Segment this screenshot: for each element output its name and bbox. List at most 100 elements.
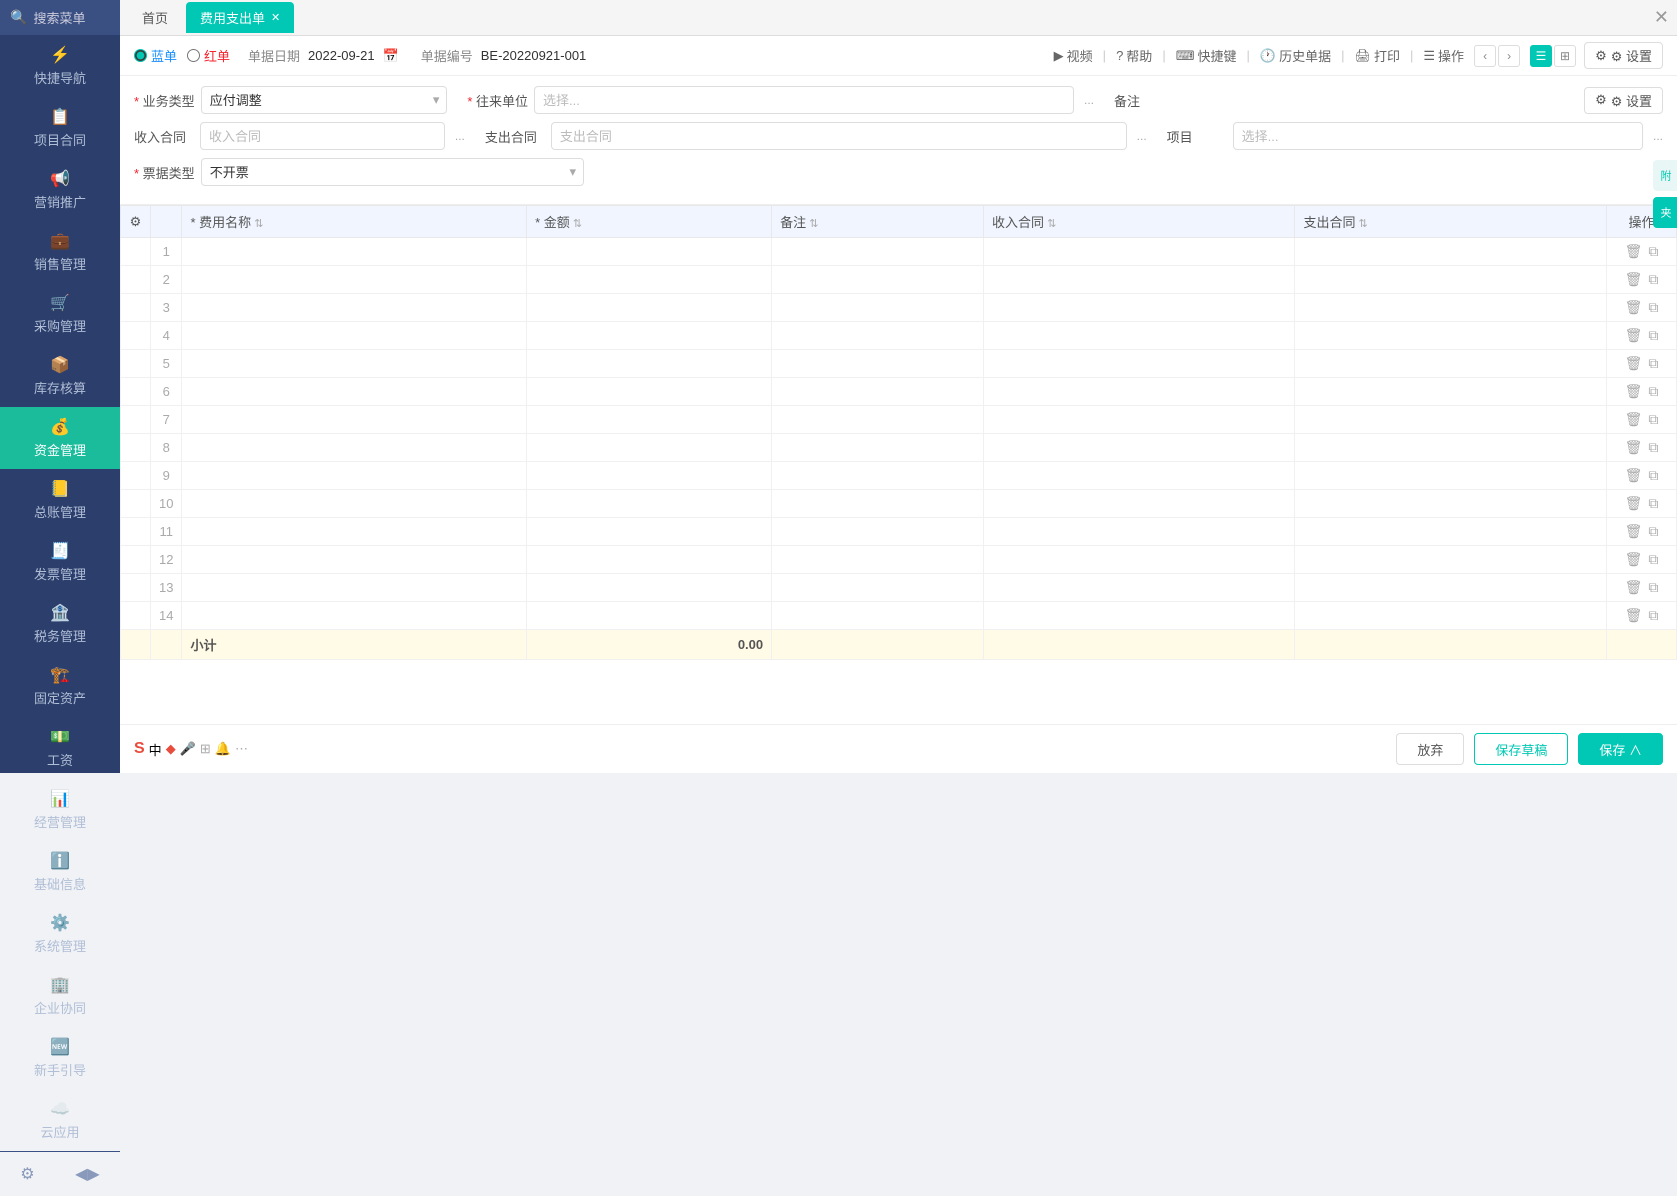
sidebar-item-new-guide[interactable]: 🆕新手引导 (0, 1027, 120, 1089)
sidebar-item-sales-mgmt[interactable]: 💼销售管理 (0, 221, 120, 283)
row-delete-icon[interactable]: 🗑 (1625, 523, 1643, 540)
view-list-button[interactable]: ☰ (1530, 45, 1552, 67)
row-income-contract-cell[interactable] (984, 602, 1295, 630)
row-amount-cell[interactable] (527, 518, 772, 546)
row-expense-contract-cell[interactable] (1295, 406, 1607, 434)
form-settings-button[interactable]: ⚙ ⚙ 设置 (1584, 87, 1663, 114)
row-remark-cell[interactable] (772, 322, 984, 350)
row-copy-icon[interactable]: ⧉ (1648, 607, 1658, 624)
radio-red[interactable]: 红单 (187, 46, 230, 65)
row-delete-icon[interactable]: 🗑 (1625, 271, 1643, 288)
row-expense-name-cell[interactable] (182, 322, 527, 350)
calendar-icon[interactable]: 📅 (383, 48, 399, 64)
radio-blue[interactable]: 蓝单 (134, 46, 177, 65)
sidebar-item-marketing[interactable]: 📢营销推广 (0, 159, 120, 221)
sidebar-item-invoice-mgmt[interactable]: 🧾发票管理 (0, 531, 120, 593)
row-income-contract-cell[interactable] (984, 462, 1295, 490)
save-draft-button[interactable]: 保存草稿 (1474, 733, 1568, 765)
sidebar-item-inventory[interactable]: 📦库存核算 (0, 345, 120, 407)
sidebar-item-base-info[interactable]: ℹ️基础信息 (0, 841, 120, 903)
sidebar-item-tax-mgmt[interactable]: 🏦税务管理 (0, 593, 120, 655)
row-expense-contract-cell[interactable] (1295, 322, 1607, 350)
sidebar-item-project-contract[interactable]: 📋项目合同 (0, 97, 120, 159)
project-input[interactable] (1233, 122, 1643, 150)
sidebar-item-ops-mgmt[interactable]: 📊经营管理 (0, 779, 120, 841)
row-amount-cell[interactable] (527, 546, 772, 574)
sidebar-item-quick-nav[interactable]: ⚡快捷导航 (0, 35, 120, 97)
discard-button[interactable]: 放弃 (1396, 733, 1464, 765)
row-amount-cell[interactable] (527, 602, 772, 630)
row-expense-name-cell[interactable] (182, 294, 527, 322)
action-operation[interactable]: ☰ 操作 (1423, 46, 1464, 65)
sidebar-item-purchase-mgmt[interactable]: 🛒采购管理 (0, 283, 120, 345)
row-expense-name-cell[interactable] (182, 602, 527, 630)
counterpart-ellipsis[interactable]: ... (1084, 93, 1094, 107)
action-help[interactable]: ? 帮助 (1116, 46, 1152, 65)
row-income-contract-cell[interactable] (984, 490, 1295, 518)
row-delete-icon[interactable]: 🗑 (1625, 383, 1643, 400)
row-income-contract-cell[interactable] (984, 406, 1295, 434)
row-expense-contract-cell[interactable] (1295, 546, 1607, 574)
row-income-contract-cell[interactable] (984, 518, 1295, 546)
income-contract-input[interactable] (200, 122, 445, 150)
tab-expense-close-icon[interactable]: ✕ (271, 11, 280, 24)
row-copy-icon[interactable]: ⧉ (1648, 383, 1658, 400)
row-remark-cell[interactable] (772, 546, 984, 574)
row-amount-cell[interactable] (527, 238, 772, 266)
row-expense-name-cell[interactable] (182, 462, 527, 490)
row-expense-name-cell[interactable] (182, 406, 527, 434)
row-amount-cell[interactable] (527, 378, 772, 406)
settings-bottom-icon[interactable]: ⚙ (16, 1160, 38, 1188)
row-delete-icon[interactable]: 🗑 (1625, 355, 1643, 372)
sidebar-search[interactable]: 🔍 搜索菜单 (0, 0, 120, 35)
row-expense-name-cell[interactable] (182, 378, 527, 406)
row-income-contract-cell[interactable] (984, 378, 1295, 406)
nav-next-button[interactable]: › (1498, 45, 1520, 67)
expense-contract-input[interactable] (551, 122, 1127, 150)
row-copy-icon[interactable]: ⧉ (1648, 299, 1658, 316)
row-income-contract-cell[interactable] (984, 546, 1295, 574)
edge-tab-attach[interactable]: 附 (1653, 160, 1677, 191)
sidebar-item-ledger-mgmt[interactable]: 📒总账管理 (0, 469, 120, 531)
row-amount-cell[interactable] (527, 490, 772, 518)
row-copy-icon[interactable]: ⧉ (1648, 523, 1658, 540)
row-amount-cell[interactable] (527, 574, 772, 602)
row-copy-icon[interactable]: ⧉ (1648, 327, 1658, 344)
sidebar-item-cloud-apps[interactable]: ☁️云应用 (0, 1089, 120, 1151)
row-income-contract-cell[interactable] (984, 350, 1295, 378)
row-remark-cell[interactable] (772, 238, 984, 266)
row-delete-icon[interactable]: 🗑 (1625, 439, 1643, 456)
row-copy-icon[interactable]: ⧉ (1648, 243, 1658, 260)
col-gear[interactable]: ⚙ (121, 206, 151, 238)
row-expense-name-cell[interactable] (182, 350, 527, 378)
row-income-contract-cell[interactable] (984, 238, 1295, 266)
row-expense-name-cell[interactable] (182, 518, 527, 546)
row-copy-icon[interactable]: ⧉ (1648, 495, 1658, 512)
row-copy-icon[interactable]: ⧉ (1648, 579, 1658, 596)
row-delete-icon[interactable]: 🗑 (1625, 467, 1643, 484)
row-income-contract-cell[interactable] (984, 322, 1295, 350)
row-remark-cell[interactable] (772, 574, 984, 602)
project-ellipsis[interactable]: ... (1653, 129, 1663, 143)
row-amount-cell[interactable] (527, 434, 772, 462)
row-remark-cell[interactable] (772, 406, 984, 434)
row-expense-contract-cell[interactable] (1295, 434, 1607, 462)
view-grid-button[interactable]: ⊞ (1554, 45, 1576, 67)
row-delete-icon[interactable]: 🗑 (1625, 607, 1643, 624)
row-expense-name-cell[interactable] (182, 574, 527, 602)
action-history[interactable]: 🕐 历史单据 (1260, 46, 1331, 65)
row-income-contract-cell[interactable] (984, 434, 1295, 462)
action-shortcut[interactable]: ⌨ 快捷键 (1176, 46, 1237, 65)
row-delete-icon[interactable]: 🗑 (1625, 299, 1643, 316)
col-expense-name[interactable]: * 费用名称 (182, 206, 527, 238)
row-delete-icon[interactable]: 🗑 (1625, 327, 1643, 344)
tab-home[interactable]: 首页 (128, 2, 182, 33)
sidebar-item-sys-mgmt[interactable]: ⚙️系统管理 (0, 903, 120, 965)
row-expense-contract-cell[interactable] (1295, 518, 1607, 546)
expense-contract-ellipsis[interactable]: ... (1137, 129, 1147, 143)
tab-expense[interactable]: 费用支出单 ✕ (186, 2, 294, 33)
row-remark-cell[interactable] (772, 602, 984, 630)
row-income-contract-cell[interactable] (984, 574, 1295, 602)
row-delete-icon[interactable]: 🗑 (1625, 579, 1643, 596)
row-copy-icon[interactable]: ⧉ (1648, 551, 1658, 568)
